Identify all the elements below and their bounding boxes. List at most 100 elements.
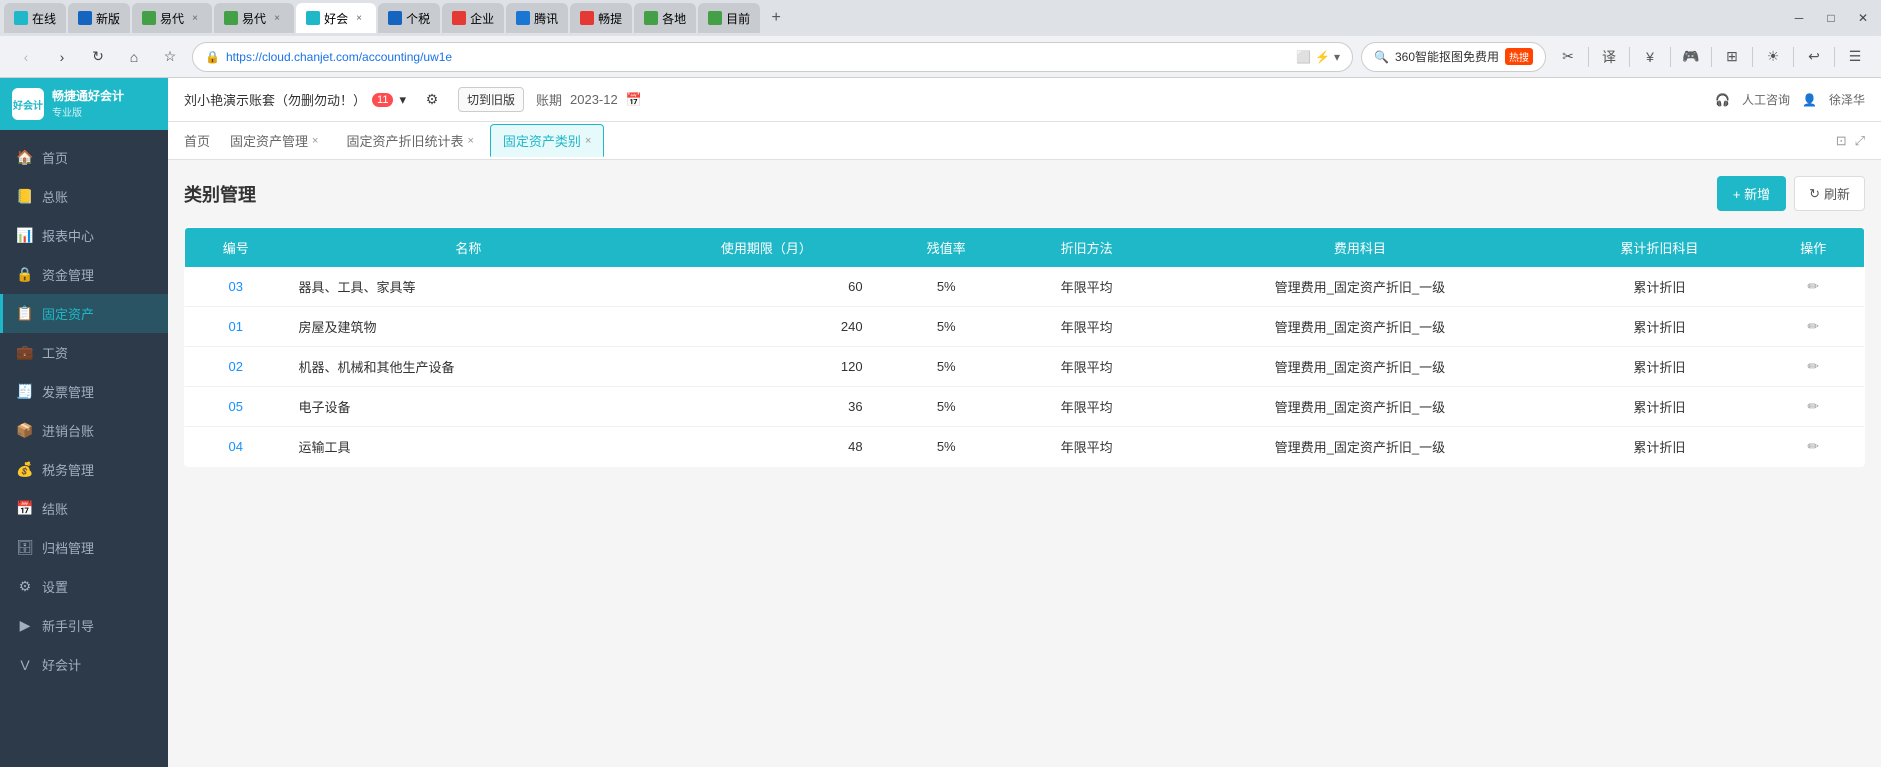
row-accum-5: 累计折旧 <box>1556 427 1762 467</box>
sidebar-item-settle[interactable]: 📅 结账 <box>0 489 168 528</box>
divider-6 <box>1793 47 1794 67</box>
menu-icon[interactable]: ☰ <box>1841 43 1869 71</box>
browser-tab-10[interactable]: 各地 <box>634 3 696 33</box>
sidebar-item-fixed[interactable]: 📋 固定资产 <box>0 294 168 333</box>
row-code-5[interactable]: 04 <box>229 439 243 454</box>
row-name-2: 房屋及建筑物 <box>287 307 651 347</box>
search-bar[interactable]: 🔍 360智能抠图免费用 热搜 <box>1361 42 1546 72</box>
sidebar-item-label-ledger: 总账 <box>42 187 68 206</box>
guide-icon: ▶ <box>16 617 34 635</box>
tab-close-5[interactable]: × <box>352 11 366 25</box>
dropdown-icon[interactable]: ▾ <box>1334 50 1340 64</box>
sidebar-item-ledger[interactable]: 📒 总账 <box>0 177 168 216</box>
close-button[interactable]: ✕ <box>1849 4 1877 32</box>
breadcrumb-home[interactable]: 首页 <box>184 131 210 150</box>
table-row: 05 电子设备 36 5% 年限平均 管理费用_固定资产折旧_一级 累计折旧 ✏ <box>185 387 1865 427</box>
col-header-name: 名称 <box>287 228 651 268</box>
add-button[interactable]: + 新增 <box>1717 176 1786 211</box>
browser-tab-1[interactable]: 在线 <box>4 3 66 33</box>
edit-button-1[interactable]: ✏ <box>1807 278 1819 294</box>
breadcrumb-tab-category[interactable]: 固定资产类别 × <box>490 124 604 157</box>
row-name-4: 电子设备 <box>287 387 651 427</box>
breadcrumb-tab-fixed-mgmt[interactable]: 固定资产管理 × <box>218 125 330 156</box>
translate-icon[interactable]: 译 <box>1595 43 1623 71</box>
settings-gear-icon[interactable]: ⚙ <box>418 86 446 114</box>
tab-close-3[interactable]: × <box>188 11 202 25</box>
sidebar-item-label-settle: 结账 <box>42 499 68 518</box>
col-header-rate: 残值率 <box>883 228 1010 268</box>
maximize-button[interactable]: □ <box>1817 4 1845 32</box>
breadcrumb-tab-close-1[interactable]: × <box>312 135 318 147</box>
game-icon[interactable]: 🎮 <box>1677 43 1705 71</box>
reload-button[interactable]: ↻ <box>84 43 112 71</box>
sidebar-item-home[interactable]: 🏠 首页 <box>0 138 168 177</box>
site-info-icon[interactable]: ⬜ <box>1296 50 1311 64</box>
bookmark-button[interactable]: ☆ <box>156 43 184 71</box>
browser-tab-9[interactable]: 畅提 <box>570 3 632 33</box>
row-period-3: 120 <box>650 347 882 387</box>
url-bar[interactable]: 🔒 https://cloud.chanjet.com/accounting/u… <box>192 42 1353 72</box>
sidebar-item-label-settings: 设置 <box>42 577 68 596</box>
sidebar-item-guide[interactable]: ▶ 新手引导 <box>0 606 168 645</box>
cut-icon[interactable]: ✂ <box>1554 43 1582 71</box>
row-code-1[interactable]: 03 <box>229 279 243 294</box>
breadcrumb-tabs: 首页 固定资产管理 × 固定资产折旧统计表 × 固定资产类别 × ⊡ ⤢ <box>168 122 1881 160</box>
lightning-icon[interactable]: ⚡ <box>1315 50 1330 64</box>
period-info: 账期 2023-12 📅 <box>536 90 642 109</box>
browser-tab-3[interactable]: 易代 × <box>132 3 212 33</box>
search-icon: 🔍 <box>1374 50 1389 64</box>
sidebar-item-payroll[interactable]: 💼 工资 <box>0 333 168 372</box>
row-code-4[interactable]: 05 <box>229 399 243 414</box>
back-button[interactable]: ‹ <box>12 43 40 71</box>
archive-icon: 🗄 <box>16 539 34 557</box>
browser-tab-11[interactable]: 目前 <box>698 3 760 33</box>
brightness-icon[interactable]: ☀ <box>1759 43 1787 71</box>
sidebar-item-help[interactable]: V 好会计 <box>0 645 168 684</box>
divider-7 <box>1834 47 1835 67</box>
consult-label[interactable]: 人工咨询 <box>1742 91 1790 108</box>
edit-button-5[interactable]: ✏ <box>1807 438 1819 454</box>
tab-label-11: 目前 <box>726 10 750 27</box>
row-period-2: 240 <box>650 307 882 347</box>
breadcrumb-tab-depreciation-table[interactable]: 固定资产折旧统计表 × <box>334 125 485 156</box>
sidebar-item-invoice[interactable]: 🧾 发票管理 <box>0 372 168 411</box>
new-tab-button[interactable]: + <box>762 4 790 32</box>
switch-to-old-version-button[interactable]: 切到旧版 <box>458 87 524 112</box>
breadcrumb-tab-close-2[interactable]: × <box>467 135 473 147</box>
sidebar-item-purchases[interactable]: 📦 进销台账 <box>0 411 168 450</box>
minimize-button[interactable]: ─ <box>1785 4 1813 32</box>
undo-icon[interactable]: ↩ <box>1800 43 1828 71</box>
sidebar-item-reports[interactable]: 📊 报表中心 <box>0 216 168 255</box>
forward-button[interactable]: › <box>48 43 76 71</box>
edit-button-3[interactable]: ✏ <box>1807 358 1819 374</box>
restore-icon[interactable]: ⊡ <box>1836 133 1847 149</box>
tab-favicon-1 <box>14 11 28 25</box>
sidebar-item-settings[interactable]: ⚙ 设置 <box>0 567 168 606</box>
tab-close-4[interactable]: × <box>270 11 284 25</box>
row-accum-2: 累计折旧 <box>1556 307 1762 347</box>
browser-tab-2[interactable]: 新版 <box>68 3 130 33</box>
refresh-button[interactable]: ↻ 刷新 <box>1794 176 1865 211</box>
tab-favicon-9 <box>580 11 594 25</box>
currency-icon[interactable]: ¥ <box>1636 43 1664 71</box>
browser-tab-8[interactable]: 腾讯 <box>506 3 568 33</box>
home-button[interactable]: ⌂ <box>120 43 148 71</box>
edit-button-2[interactable]: ✏ <box>1807 318 1819 334</box>
username-label[interactable]: 徐泽华 <box>1829 91 1865 108</box>
browser-tab-5[interactable]: 好会 × <box>296 3 376 33</box>
breadcrumb-tab-close-3[interactable]: × <box>585 135 591 147</box>
sidebar-item-archive[interactable]: 🗄 归档管理 <box>0 528 168 567</box>
grid-icon[interactable]: ⊞ <box>1718 43 1746 71</box>
row-code-3[interactable]: 02 <box>229 359 243 374</box>
browser-tab-6[interactable]: 个税 <box>378 3 440 33</box>
invoice-icon: 🧾 <box>16 383 34 401</box>
help-icon: V <box>16 656 34 674</box>
row-code-2[interactable]: 01 <box>229 319 243 334</box>
edit-button-4[interactable]: ✏ <box>1807 398 1819 414</box>
sidebar-item-fund[interactable]: 🔒 资金管理 <box>0 255 168 294</box>
browser-tab-4[interactable]: 易代 × <box>214 3 294 33</box>
user-avatar-icon: 👤 <box>1802 93 1817 107</box>
fullscreen-icon[interactable]: ⤢ <box>1855 133 1865 149</box>
sidebar-item-tax[interactable]: 💰 税务管理 <box>0 450 168 489</box>
browser-tab-7[interactable]: 企业 <box>442 3 504 33</box>
